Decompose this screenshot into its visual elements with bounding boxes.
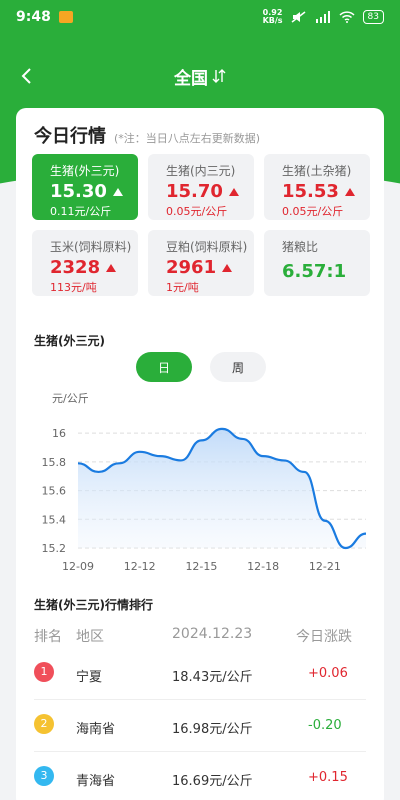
tile-price: 2961 xyxy=(166,257,217,278)
header-region: 地区 xyxy=(76,629,104,645)
table-row[interactable]: 3 青海省 16.69元/公斤 +0.15 xyxy=(34,752,366,800)
mute-icon xyxy=(291,11,306,23)
area-fill xyxy=(78,428,366,548)
page-title: 全国 xyxy=(174,68,208,89)
y-tick-label: 15.8 xyxy=(42,456,67,469)
tile-name: 豆粕(饲料原料) xyxy=(166,240,248,254)
tile-pig-tuzazhu[interactable]: 生猪(土杂猪) 15.53 0.05元/公斤 xyxy=(264,154,370,220)
x-tick-label: 12-12 xyxy=(124,560,156,573)
tile-price: 15.30 xyxy=(50,181,107,202)
tile-change: 113元/吨 xyxy=(50,281,97,294)
y-axis-label: 元/公斤 xyxy=(52,392,89,405)
header-date[interactable]: 2024.12.23 xyxy=(172,626,252,642)
tile-name: 生猪(内三元) xyxy=(166,164,236,178)
toggle-week[interactable]: 周 xyxy=(210,352,266,382)
header-change[interactable]: 今日涨跌 xyxy=(296,626,352,646)
ranking-title: 生猪(外三元)行情排行 xyxy=(34,598,153,612)
tile-pig-waisanyuan[interactable]: 生猪(外三元) 15.30 0.11元/公斤 xyxy=(32,154,138,220)
row-region: 青海省 xyxy=(76,774,116,789)
row-change: +0.06 xyxy=(308,666,348,681)
back-arrow-icon[interactable] xyxy=(14,62,42,90)
tile-pig-grain-ratio[interactable]: 猪粮比 6.57:1 xyxy=(264,230,370,296)
x-tick-label: 12-09 xyxy=(62,560,94,573)
tile-name: 生猪(土杂猪) xyxy=(282,164,352,178)
price-chart: 元/公斤 16 15.8 15.6 15.4 15.2 12-09 12-12 12-15 1… xyxy=(42,392,367,573)
rank-badge: 2 xyxy=(34,714,54,734)
y-tick-label: 16 xyxy=(52,427,66,440)
tile-ratio-value: 6.57:1 xyxy=(282,261,347,282)
up-arrow-icon xyxy=(344,187,355,196)
tile-name: 玉米(饲料原料) xyxy=(50,240,132,254)
app-notification-icon xyxy=(58,11,73,23)
x-tick-label: 12-18 xyxy=(247,560,279,573)
wifi-icon xyxy=(339,11,355,23)
toggle-day[interactable]: 日 xyxy=(136,352,192,382)
up-arrow-icon xyxy=(222,263,233,272)
battery-indicator: 83 xyxy=(362,10,384,24)
tile-price: 2328 xyxy=(50,257,101,278)
row-price: 16.98元/公斤 xyxy=(172,722,253,737)
rank-badge: 1 xyxy=(34,662,54,682)
network-speed-unit: KB/s xyxy=(262,16,283,25)
sort-icon xyxy=(212,69,226,83)
tile-change: 0.11元/公斤 xyxy=(50,205,112,218)
y-tick-label: 15.2 xyxy=(42,542,67,555)
ranking-table-header: 排名 地区 2024.12.23 今日涨跌 xyxy=(34,626,366,648)
table-row[interactable]: 1 宁夏 18.43元/公斤 +0.06 xyxy=(34,648,366,700)
chart-title: 生猪(外三元) xyxy=(34,334,105,348)
market-card: 今日行情 (*注：当日八点左右更新数据) 生猪(外三元) 15.30 0.11元… xyxy=(16,108,384,800)
region-selector[interactable]: 全国 xyxy=(174,64,226,89)
row-price: 16.69元/公斤 xyxy=(172,774,253,789)
header-rank: 排名 xyxy=(34,629,62,645)
navbar: 全国 xyxy=(0,58,400,94)
tile-change: 0.05元/公斤 xyxy=(166,205,228,218)
up-arrow-icon xyxy=(112,187,123,196)
today-title: 今日行情 xyxy=(34,126,106,147)
tile-price: 15.53 xyxy=(282,181,339,202)
y-tick-label: 15.6 xyxy=(42,485,67,498)
rank-badge: 3 xyxy=(34,766,54,786)
tile-change: 0.05元/公斤 xyxy=(282,205,344,218)
card-header: 今日行情 (*注：当日八点左右更新数据) xyxy=(34,122,260,148)
tile-price: 15.70 xyxy=(166,181,223,202)
tile-name: 生猪(外三元) xyxy=(50,164,120,178)
x-tick-label: 12-15 xyxy=(185,560,217,573)
row-region: 宁夏 xyxy=(76,670,103,685)
update-note: (*注：当日八点左右更新数据) xyxy=(114,132,261,145)
row-price: 18.43元/公斤 xyxy=(172,670,253,685)
status-time: 9:48 xyxy=(16,9,51,25)
tile-change: 1元/吨 xyxy=(166,281,199,294)
up-arrow-icon xyxy=(106,263,117,272)
up-arrow-icon xyxy=(228,187,239,196)
row-change: +0.15 xyxy=(308,770,348,785)
tile-pig-neisanyuan[interactable]: 生猪(内三元) 15.70 0.05元/公斤 xyxy=(148,154,254,220)
tile-name: 猪粮比 xyxy=(282,240,319,254)
status-bar: 9:48 0.92 KB/s 83 xyxy=(0,0,400,34)
table-row[interactable]: 2 海南省 16.98元/公斤 -0.20 xyxy=(34,700,366,752)
network-speed: 0.92 KB/s xyxy=(263,9,283,25)
cellular-signal-icon xyxy=(315,11,330,23)
tile-corn[interactable]: 玉米(饲料原料) 2328 113元/吨 xyxy=(32,230,138,296)
row-region: 海南省 xyxy=(76,722,116,737)
row-change: -0.20 xyxy=(308,718,342,733)
y-tick-label: 15.4 xyxy=(42,513,67,526)
tile-soybean-meal[interactable]: 豆粕(饲料原料) 2961 1元/吨 xyxy=(148,230,254,296)
x-tick-label: 12-21 xyxy=(309,560,341,573)
